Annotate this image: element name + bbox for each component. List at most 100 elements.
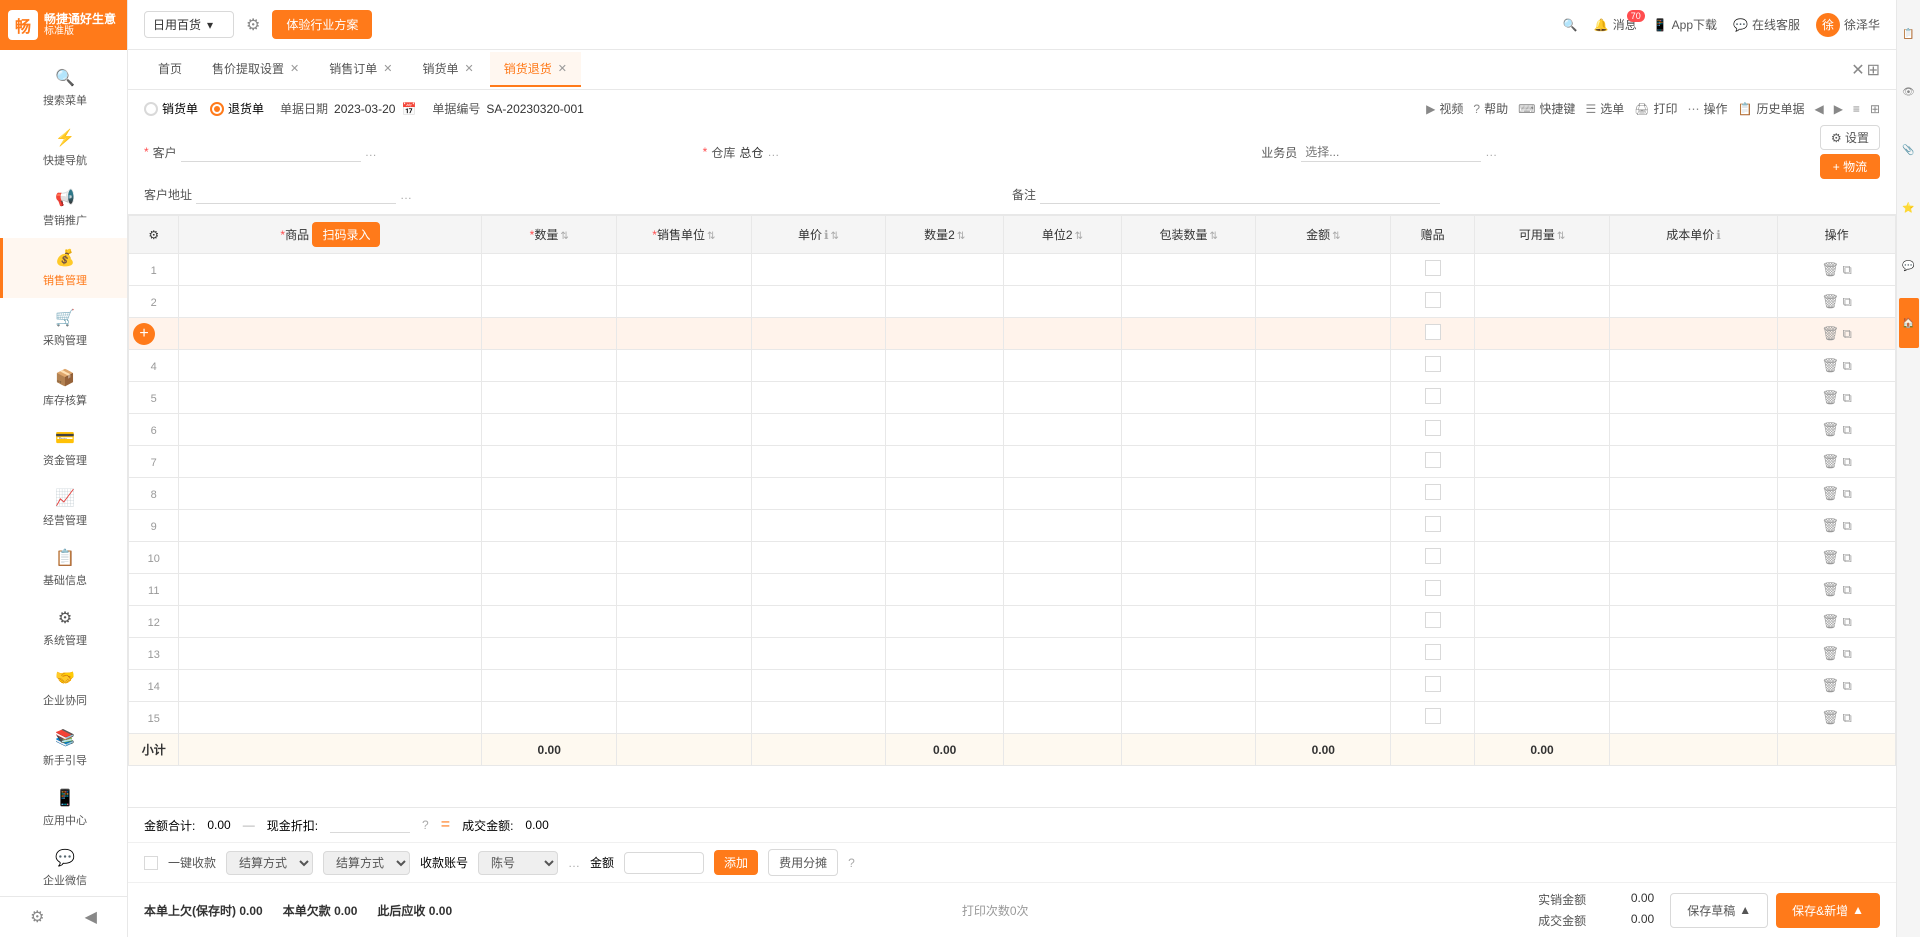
delete-row-icon[interactable]: 🗑 — [1821, 613, 1839, 629]
save-new-btn[interactable]: 保存&新增 ▲ — [1776, 893, 1880, 928]
qty-cell[interactable] — [482, 414, 617, 446]
unit-cell[interactable] — [617, 478, 752, 510]
scan-btn[interactable]: 扫码录入 — [312, 222, 380, 247]
price-cell[interactable] — [751, 382, 886, 414]
sidebar-item-3[interactable]: 💰销售管理 — [0, 238, 127, 298]
delete-row-icon[interactable]: 🗑 — [1821, 421, 1839, 437]
qty-cell[interactable] — [482, 478, 617, 510]
pkgqty-cell[interactable] — [1121, 510, 1256, 542]
calendar-icon[interactable]: 📅 — [401, 102, 416, 116]
unit2-cell[interactable] — [1004, 414, 1122, 446]
qty2-cell[interactable] — [886, 382, 1004, 414]
unit-cell[interactable] — [617, 638, 752, 670]
price-cell[interactable] — [751, 606, 886, 638]
delete-row-icon[interactable]: 🗑 — [1821, 325, 1839, 341]
gift-cell[interactable] — [1391, 702, 1475, 734]
pkgqty-cell[interactable] — [1121, 478, 1256, 510]
pkgqty-cell[interactable] — [1121, 350, 1256, 382]
amount-cell[interactable] — [1256, 510, 1391, 542]
qty-cell[interactable] — [482, 542, 617, 574]
pkgqty-cell[interactable] — [1121, 702, 1256, 734]
qty-cell[interactable] — [482, 254, 617, 286]
add-payment-btn[interactable]: 添加 — [714, 850, 758, 875]
product-cell[interactable] — [179, 414, 482, 446]
gift-checkbox[interactable] — [1425, 292, 1441, 308]
staff-input[interactable] — [1301, 143, 1481, 162]
right-panel-star[interactable]: ⭐ — [1899, 182, 1919, 232]
unit2-cell[interactable] — [1004, 510, 1122, 542]
gift-checkbox[interactable] — [1425, 452, 1441, 468]
qty-cell[interactable] — [482, 606, 617, 638]
unit2-cell[interactable] — [1004, 638, 1122, 670]
right-panel-chat[interactable]: 💬 — [1899, 240, 1919, 290]
close-icon[interactable]: ✕ — [465, 62, 474, 75]
copy-row-icon[interactable]: ⧉ — [1842, 326, 1851, 341]
copy-row-icon[interactable]: ⧉ — [1842, 550, 1851, 565]
copy-row-icon[interactable]: ⧉ — [1842, 390, 1851, 405]
qty2-cell[interactable] — [886, 446, 1004, 478]
copy-row-icon[interactable]: ⧉ — [1842, 294, 1851, 309]
customer-dots[interactable]: … — [365, 145, 377, 159]
amount-cell[interactable] — [1256, 606, 1391, 638]
price-cell[interactable] — [751, 414, 886, 446]
select-action[interactable]: ☰选单 — [1585, 100, 1624, 117]
gift-cell[interactable] — [1391, 254, 1475, 286]
account-dots[interactable]: … — [568, 856, 580, 870]
right-panel-view[interactable]: 👁 — [1899, 66, 1919, 116]
unit2-cell[interactable] — [1004, 318, 1122, 350]
pkgqty-cell[interactable] — [1121, 286, 1256, 318]
qty-cell[interactable] — [482, 446, 617, 478]
amount-cell[interactable] — [1256, 574, 1391, 606]
product-cell[interactable] — [179, 702, 482, 734]
qty-cell[interactable] — [482, 350, 617, 382]
delete-row-icon[interactable]: 🗑 — [1821, 357, 1839, 373]
help-icon[interactable]: ? — [422, 818, 429, 832]
gift-cell[interactable] — [1391, 574, 1475, 606]
amount-cell[interactable] — [1256, 350, 1391, 382]
settings-icon[interactable]: ⚙ — [30, 907, 44, 927]
pkgqty-cell[interactable] — [1121, 670, 1256, 702]
address-dots[interactable]: … — [400, 188, 412, 202]
qty2-cell[interactable] — [886, 670, 1004, 702]
price-cell[interactable] — [751, 446, 886, 478]
tab-price-settings[interactable]: 售价提取设置 ✕ — [198, 52, 313, 87]
unit2-cell[interactable] — [1004, 254, 1122, 286]
amount-cell[interactable] — [1256, 382, 1391, 414]
price-cell[interactable] — [751, 478, 886, 510]
gift-cell[interactable] — [1391, 510, 1475, 542]
amount-cell[interactable] — [1256, 446, 1391, 478]
unit2-cell[interactable] — [1004, 382, 1122, 414]
print-action[interactable]: 🖨打印 — [1634, 100, 1677, 117]
gift-checkbox[interactable] — [1425, 324, 1441, 340]
gift-cell[interactable] — [1391, 414, 1475, 446]
copy-row-icon[interactable]: ⧉ — [1842, 262, 1851, 277]
nav-prev-icon[interactable]: ◀ — [1814, 102, 1823, 116]
copy-row-icon[interactable]: ⧉ — [1842, 486, 1851, 501]
product-cell[interactable] — [179, 670, 482, 702]
tab-sales-order[interactable]: 销售订单 ✕ — [315, 52, 406, 87]
gift-cell[interactable] — [1391, 542, 1475, 574]
gift-checkbox[interactable] — [1425, 676, 1441, 692]
qty2-cell[interactable] — [886, 510, 1004, 542]
pkgqty-cell[interactable] — [1121, 638, 1256, 670]
logistics-btn[interactable]: + 物流 — [1820, 154, 1880, 179]
right-panel-home[interactable]: 🏠 — [1899, 298, 1919, 348]
gift-checkbox[interactable] — [1425, 548, 1441, 564]
sidebar-item-12[interactable]: 📱应用中心 — [0, 778, 127, 838]
copy-row-icon[interactable]: ⧉ — [1842, 678, 1851, 693]
unit2-cell[interactable] — [1004, 702, 1122, 734]
gift-checkbox[interactable] — [1425, 612, 1441, 628]
amount-cell[interactable] — [1256, 478, 1391, 510]
qty-cell[interactable] — [482, 510, 617, 542]
account-select[interactable]: 陈号 — [478, 851, 558, 875]
video-action[interactable]: ▶视频 — [1426, 100, 1463, 117]
qty2-cell[interactable] — [886, 638, 1004, 670]
sidebar-item-11[interactable]: 📚新手引导 — [0, 718, 127, 778]
copy-row-icon[interactable]: ⧉ — [1842, 582, 1851, 597]
unit-cell[interactable] — [617, 574, 752, 606]
delete-row-icon[interactable]: 🗑 — [1821, 677, 1839, 693]
price-cell[interactable] — [751, 574, 886, 606]
right-panel-attach[interactable]: 📎 — [1899, 124, 1919, 174]
gift-checkbox[interactable] — [1425, 580, 1441, 596]
product-cell[interactable] — [179, 446, 482, 478]
